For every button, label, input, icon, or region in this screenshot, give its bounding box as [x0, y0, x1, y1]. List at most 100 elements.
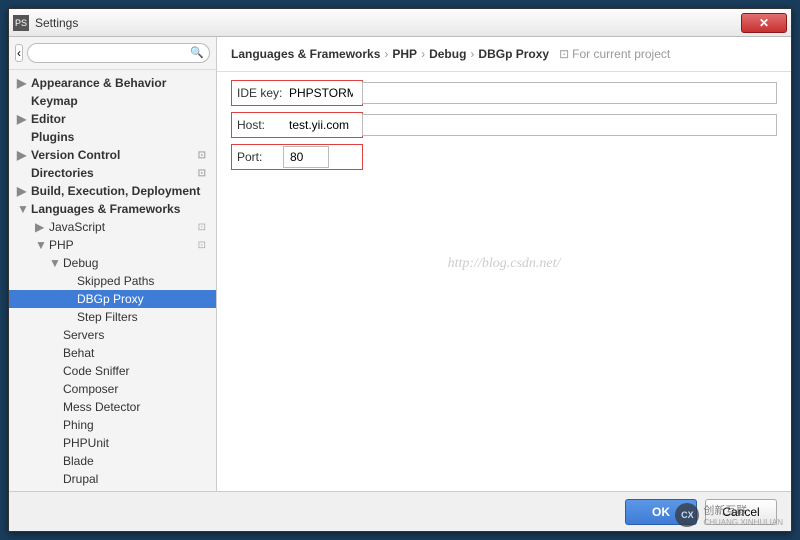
form-area: IDE key: Host: Port:	[217, 72, 791, 184]
tree-item-label: Phing	[63, 418, 94, 432]
tree-item[interactable]: Plugins	[9, 128, 216, 146]
dialog-footer: OK Cancel	[9, 491, 791, 531]
tree-item[interactable]: ▶JavaScript⊡	[9, 218, 216, 236]
port-input[interactable]	[283, 146, 329, 168]
publisher-brand: 创新互联	[703, 505, 747, 517]
tree-item-label: Skipped Paths	[77, 274, 154, 288]
dialog-body: ‹ 🔍 ▶ Appearance & Behavior Keymap ▶ Editor P…	[9, 37, 791, 491]
tree-item[interactable]: Behat	[9, 344, 216, 362]
publisher-logo-icon: CX	[675, 503, 699, 527]
project-scope-icon: ⊡	[198, 240, 206, 251]
tree-item[interactable]: ▼ Debug	[9, 254, 216, 272]
project-scope-icon: ⊡	[198, 222, 206, 233]
tree-item[interactable]: ▼ Languages & Frameworks	[9, 200, 216, 218]
search-wrap: 🔍	[27, 43, 210, 63]
chevron-right-icon: ›	[421, 47, 425, 61]
tree-item[interactable]: Google App Engine for PHP	[9, 488, 216, 491]
breadcrumb: Languages & Frameworks › PHP › Debug › D…	[217, 37, 791, 72]
back-button[interactable]: ‹	[15, 44, 23, 62]
tree-item[interactable]: Blade	[9, 452, 216, 470]
breadcrumb-scope: ⊡ For current project	[559, 47, 670, 61]
tree-arrow-icon: ▶	[17, 112, 27, 126]
tree-arrow-icon: ▶	[35, 220, 45, 234]
titlebar: PS Settings ✕	[9, 9, 791, 37]
publisher-text: 创新互联 CHUANG XINHULIAN	[703, 502, 783, 527]
chevron-right-icon: ›	[470, 47, 474, 61]
tree-item[interactable]: ▶ Version Control ⊡	[9, 146, 216, 164]
breadcrumb-part: DBGp Proxy	[478, 47, 549, 61]
ide-key-label: IDE key:	[233, 86, 283, 100]
ide-key-row: IDE key:	[231, 80, 777, 106]
tree-arrow-icon: ▼	[49, 256, 59, 270]
publisher-sub: CHUANG XINHULIAN	[703, 518, 783, 527]
window-title: Settings	[35, 16, 741, 30]
main-panel: Languages & Frameworks › PHP › Debug › D…	[217, 37, 791, 491]
tree-item[interactable]: Mess Detector	[9, 398, 216, 416]
tree-item-label: Drupal	[63, 472, 98, 486]
host-row: Host:	[231, 112, 777, 138]
tree-item-label: Google App Engine for PHP	[63, 490, 212, 491]
ide-key-input[interactable]	[362, 82, 777, 104]
tree-item-label: PHP	[49, 238, 74, 252]
chevron-right-icon: ›	[384, 47, 388, 61]
settings-tree[interactable]: ▶ Appearance & Behavior Keymap ▶ Editor Plugi…	[9, 70, 216, 491]
tree-item[interactable]: ▶ Editor	[9, 110, 216, 128]
tree-item-label: PHPUnit	[63, 436, 109, 450]
watermark-text: http://blog.csdn.net/	[448, 256, 561, 272]
tree-item-label: Blade	[63, 454, 94, 468]
tree-item-label: Composer	[63, 382, 118, 396]
tree-item-label: Plugins	[31, 130, 74, 144]
search-input[interactable]	[27, 43, 210, 63]
tree-item[interactable]: ▶ Appearance & Behavior	[9, 74, 216, 92]
ide-key-input-left[interactable]	[283, 82, 359, 104]
breadcrumb-part: Debug	[429, 47, 466, 61]
tree-item[interactable]: Directories ⊡	[9, 164, 216, 182]
tree-item-label: Appearance & Behavior	[31, 76, 166, 90]
project-scope-icon: ⊡	[198, 168, 206, 179]
search-bar: ‹ 🔍	[9, 37, 216, 70]
tree-arrow-icon: ▶	[17, 148, 27, 162]
tree-item-label: Directories	[31, 166, 94, 180]
host-label: Host:	[233, 118, 283, 132]
breadcrumb-scope-label: For current project	[572, 47, 670, 61]
tree-item-label: Editor	[31, 112, 66, 126]
tree-item-label: Languages & Frameworks	[31, 202, 180, 216]
tree-item[interactable]: Skipped Paths	[9, 272, 216, 290]
chevron-left-icon: ‹	[17, 46, 21, 60]
breadcrumb-part: Languages & Frameworks	[231, 47, 380, 61]
highlight-box: IDE key:	[231, 80, 363, 106]
tree-item-label: Version Control	[31, 148, 120, 162]
publisher-watermark: CX 创新互联 CHUANG XINHULIAN	[675, 502, 783, 527]
project-scope-icon: ⊡	[559, 47, 569, 61]
tree-item-label: Code Sniffer	[63, 364, 130, 378]
port-label: Port:	[233, 150, 283, 164]
tree-item[interactable]: PHPUnit	[9, 434, 216, 452]
tree-item[interactable]: DBGp Proxy	[9, 290, 216, 308]
tree-item[interactable]: ▶Build, Execution, Deployment	[9, 182, 216, 200]
project-scope-icon: ⊡	[198, 150, 206, 161]
tree-item-label: Servers	[63, 328, 104, 342]
tree-item[interactable]: Composer	[9, 380, 216, 398]
tree-item-label: Debug	[63, 256, 98, 270]
tree-item-label: DBGp Proxy	[77, 292, 144, 306]
tree-arrow-icon: ▼	[35, 238, 45, 252]
app-icon: PS	[13, 15, 29, 31]
tree-item[interactable]: Servers	[9, 326, 216, 344]
highlight-box: Host:	[231, 112, 363, 138]
host-input-left[interactable]	[283, 114, 359, 136]
tree-item[interactable]: ▼ PHP ⊡	[9, 236, 216, 254]
tree-item[interactable]: Step Filters	[9, 308, 216, 326]
tree-item-label: Build, Execution, Deployment	[31, 184, 200, 198]
tree-item-label: Mess Detector	[63, 400, 140, 414]
host-input[interactable]	[362, 114, 777, 136]
tree-item[interactable]: Code Sniffer	[9, 362, 216, 380]
tree-item[interactable]: Phing	[9, 416, 216, 434]
tree-item-label: Behat	[63, 346, 94, 360]
tree-item[interactable]: Drupal	[9, 470, 216, 488]
tree-arrow-icon: ▼	[17, 202, 27, 216]
highlight-box: Port:	[231, 144, 363, 170]
port-row: Port:	[231, 144, 777, 170]
tree-arrow-icon: ▶	[17, 76, 27, 90]
close-icon[interactable]: ✕	[741, 13, 787, 33]
tree-item[interactable]: Keymap	[9, 92, 216, 110]
